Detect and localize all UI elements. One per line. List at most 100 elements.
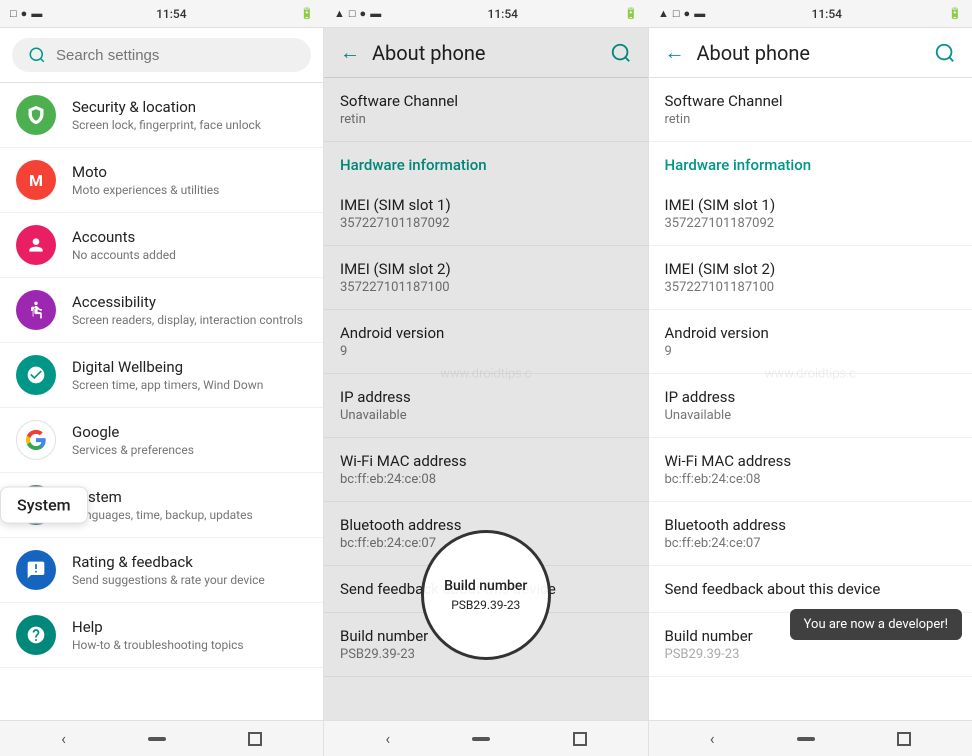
imei2-title-2: IMEI (SIM slot 2): [665, 260, 957, 278]
about-item-imei2-2[interactable]: IMEI (SIM slot 2) 357227101187100: [649, 246, 972, 310]
about-title-2: About phone: [697, 41, 923, 65]
imei1-title-1: IMEI (SIM slot 1): [340, 196, 632, 214]
sidebar-item-system[interactable]: System Languages, time, backup, updates …: [0, 473, 323, 538]
nav-home-mid[interactable]: [472, 737, 490, 741]
ip-sub-1: Unavailable: [340, 408, 632, 423]
feedback-title-2: Send feedback about this device: [665, 580, 957, 598]
wifi-right: □: [673, 7, 680, 20]
build-sub-2: PSB29.39-23: [665, 647, 957, 662]
android-title-1: Android version: [340, 324, 632, 342]
nav-back-right[interactable]: ‹: [710, 729, 715, 748]
about-item-ip-1[interactable]: IP address Unavailable: [324, 374, 648, 438]
imei1-sub-2: 357227101187092: [665, 216, 957, 231]
accounts-subtitle: No accounts added: [72, 248, 307, 262]
sidebar-item-accessibility[interactable]: Accessibility Screen readers, display, i…: [0, 278, 323, 343]
battery-mid: 🔋: [624, 7, 638, 20]
nav-back-left[interactable]: ‹: [61, 729, 66, 748]
signal-mid: ▲: [334, 7, 345, 20]
status-icons-right: ▲ □ ● ▬: [658, 7, 705, 20]
about-title-1: About phone: [372, 41, 598, 65]
nav-recent-left[interactable]: [248, 732, 262, 746]
sidebar-item-rating[interactable]: Rating & feedback Send suggestions & rat…: [0, 538, 323, 603]
accessibility-subtitle: Screen readers, display, interaction con…: [72, 313, 307, 327]
about-item-imei2-1[interactable]: IMEI (SIM slot 2) 357227101187100: [324, 246, 648, 310]
search-input-wrapper[interactable]: [12, 38, 311, 72]
sidebar-item-google[interactable]: Google Services & preferences: [0, 408, 323, 473]
dot-right: ●: [684, 7, 691, 20]
about-item-wifi-1[interactable]: Wi-Fi MAC address bc:ff:eb:24:ce:08: [324, 438, 648, 502]
wellbeing-title: Digital Wellbeing: [72, 358, 307, 376]
build-circle-overlay: Build number PSB29.39-23: [421, 530, 551, 660]
status-section-left: □ ● ▬ 11:54 🔋: [0, 0, 324, 27]
about-item-android-2[interactable]: Android version 9: [649, 310, 972, 374]
about-item-android-1[interactable]: Android version 9: [324, 310, 648, 374]
battery-left: 🔋: [300, 7, 314, 20]
search-input[interactable]: [56, 47, 295, 64]
sidebar-item-wellbeing[interactable]: Digital Wellbeing Screen time, app timer…: [0, 343, 323, 408]
status-icon-2: ●: [21, 7, 28, 20]
moto-subtitle: Moto experiences & utilities: [72, 183, 307, 197]
sidebar-item-help[interactable]: Help How-to & troubleshooting topics: [0, 603, 323, 668]
about-item-imei1-2[interactable]: IMEI (SIM slot 1) 357227101187092: [649, 182, 972, 246]
nav-home-right[interactable]: [797, 737, 815, 741]
wellbeing-subtitle: Screen time, app timers, Wind Down: [72, 378, 307, 392]
nav-home-left[interactable]: [148, 737, 166, 741]
hardware-title-2: Hardware information: [665, 156, 957, 174]
moto-icon: M: [16, 160, 56, 200]
search-icon: [28, 46, 46, 64]
accounts-text: Accounts No accounts added: [72, 228, 307, 262]
ip-title-1: IP address: [340, 388, 632, 406]
battery-icon-mid: 🔋: [624, 7, 638, 20]
search-button-2[interactable]: [934, 42, 956, 64]
imei1-title-2: IMEI (SIM slot 1): [665, 196, 957, 214]
sidebar-item-moto[interactable]: M Moto Moto experiences & utilities: [0, 148, 323, 213]
signal-right: ▲: [658, 7, 669, 20]
bt-sub-2: bc:ff:eb:24:ce:07: [665, 536, 957, 551]
battery-icon-right: 🔋: [948, 7, 962, 20]
security-icon: [16, 95, 56, 135]
wellbeing-text: Digital Wellbeing Screen time, app timer…: [72, 358, 307, 392]
google-icon: [16, 420, 56, 460]
back-button-2[interactable]: ←: [665, 40, 685, 65]
software-channel-sub-2: retin: [665, 112, 957, 127]
help-subtitle: How-to & troubleshooting topics: [72, 638, 307, 652]
rating-icon: [16, 550, 56, 590]
hardware-section-2: Hardware information: [649, 142, 972, 182]
software-channel-title-1: Software Channel: [340, 92, 632, 110]
imei1-sub-1: 357227101187092: [340, 216, 632, 231]
search-button-1[interactable]: [610, 42, 632, 64]
system-text: System Languages, time, backup, updates: [72, 488, 307, 522]
sidebar-item-security[interactable]: Security & location Screen lock, fingerp…: [0, 83, 323, 148]
android-title-2: Android version: [665, 324, 957, 342]
nav-back-mid[interactable]: ‹: [385, 729, 390, 748]
wifi-sub-2: bc:ff:eb:24:ce:08: [665, 472, 957, 487]
system-subtitle: Languages, time, backup, updates: [72, 508, 307, 522]
dot-mid: ●: [360, 7, 367, 20]
about-item-bt-2[interactable]: Bluetooth address bc:ff:eb:24:ce:07: [649, 502, 972, 566]
about-item-imei1-1[interactable]: IMEI (SIM slot 1) 357227101187092: [324, 182, 648, 246]
about-header-2: ← About phone: [649, 28, 972, 78]
nav-recent-right[interactable]: [897, 732, 911, 746]
google-title: Google: [72, 423, 307, 441]
about-item-feedback-2[interactable]: Send feedback about this device: [649, 566, 972, 613]
developer-toast: You are now a developer!: [790, 609, 962, 640]
back-button-1[interactable]: ←: [340, 40, 360, 65]
battery-right: 🔋: [948, 7, 962, 20]
about-item-wifi-2[interactable]: Wi-Fi MAC address bc:ff:eb:24:ce:08: [649, 438, 972, 502]
moto-title: Moto: [72, 163, 307, 181]
about-panels: ← About phone Software Channel retin Har…: [324, 28, 972, 720]
nav-recent-mid[interactable]: [573, 732, 587, 746]
rating-title: Rating & feedback: [72, 553, 307, 571]
sidebar-item-accounts[interactable]: Accounts No accounts added: [0, 213, 323, 278]
wifi-title-1: Wi-Fi MAC address: [340, 452, 632, 470]
security-title: Security & location: [72, 98, 307, 116]
search-bar-container[interactable]: [0, 28, 323, 83]
wifi-mid: □: [349, 7, 356, 20]
about-item-software-channel-1[interactable]: Software Channel retin: [324, 78, 648, 142]
google-subtitle: Services & preferences: [72, 443, 307, 457]
bt-title-2: Bluetooth address: [665, 516, 957, 534]
bottom-nav: ‹ ‹ ‹: [0, 720, 972, 756]
about-item-software-channel-2[interactable]: Software Channel retin: [649, 78, 972, 142]
about-item-ip-2[interactable]: IP address Unavailable: [649, 374, 972, 438]
android-sub-1: 9: [340, 344, 632, 359]
